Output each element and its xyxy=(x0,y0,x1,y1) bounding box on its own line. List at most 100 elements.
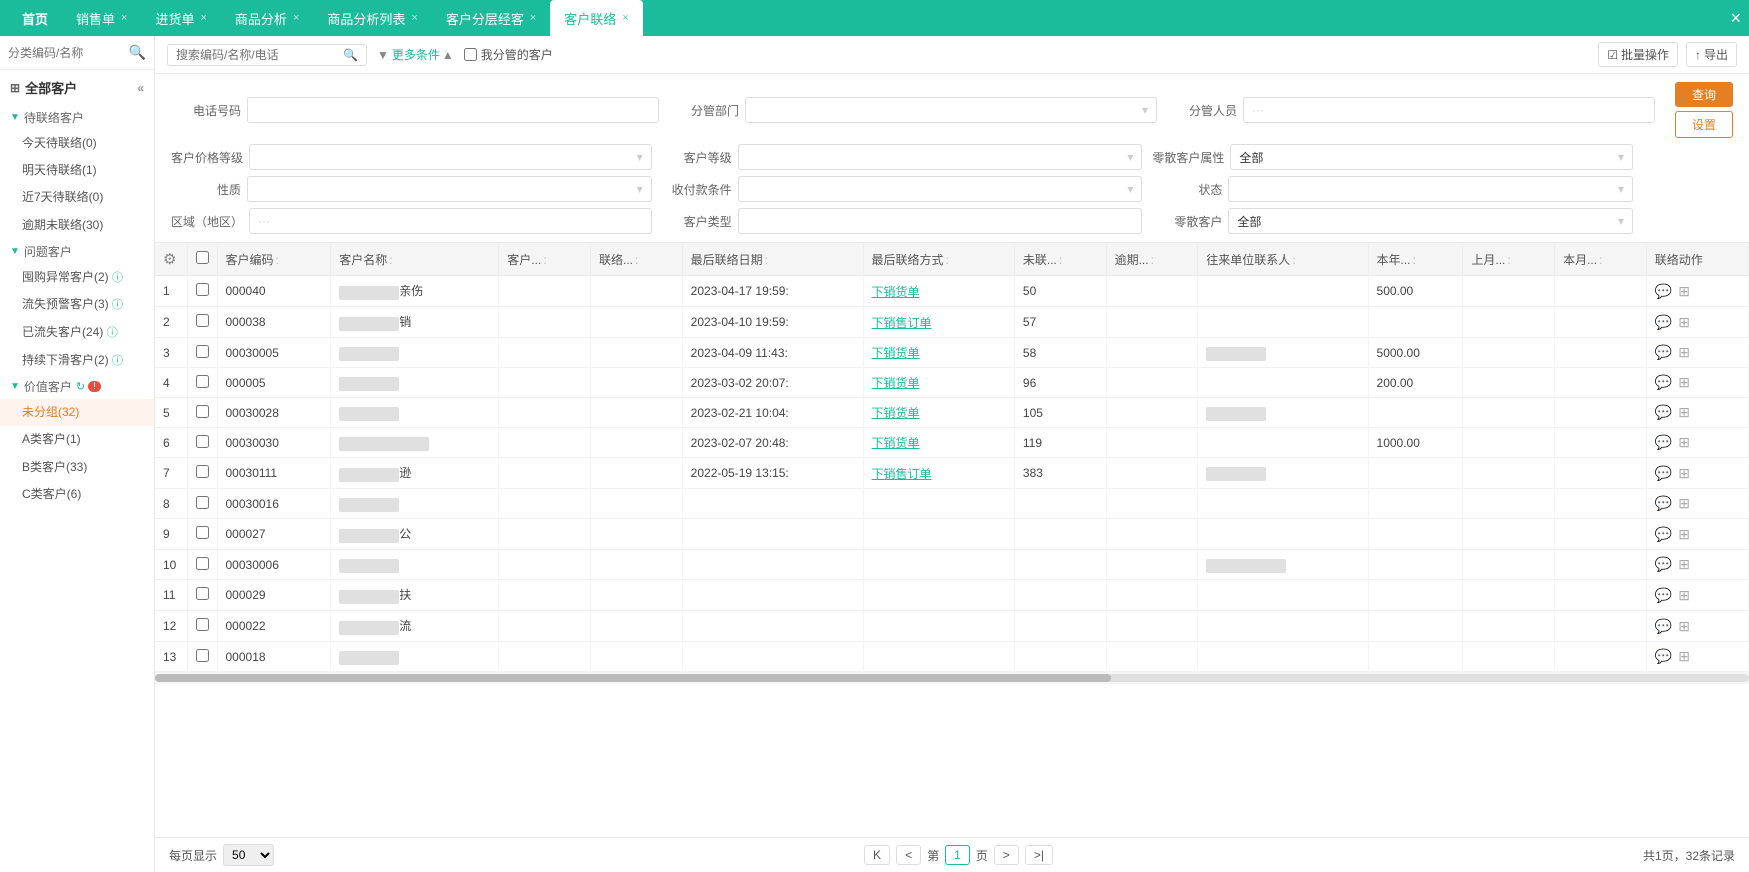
tab-sales[interactable]: 销售单 × xyxy=(62,0,141,36)
query-button[interactable]: 查询 xyxy=(1675,82,1733,107)
first-page-button[interactable]: K xyxy=(864,845,890,865)
sidebar-search-input[interactable] xyxy=(8,46,129,60)
manager-input[interactable]: ··· xyxy=(1243,97,1655,123)
sidebar-item-7day-pending[interactable]: 近7天待联络(0) xyxy=(0,184,154,211)
grid-action-icon[interactable]: ⊞ xyxy=(1678,404,1690,421)
refresh-icon[interactable]: ↻ xyxy=(76,380,85,393)
my-customers-checkbox[interactable] xyxy=(464,48,477,61)
tab-goods-analysis-list-close[interactable]: × xyxy=(411,12,417,24)
dept-input[interactable]: ▾ xyxy=(745,97,1157,123)
sidebar-item-class-a[interactable]: A类客户(1) xyxy=(0,426,154,453)
row-select-checkbox[interactable] xyxy=(196,405,209,418)
tab-customer-segment-close[interactable]: × xyxy=(530,12,536,24)
tab-purchase-close[interactable]: × xyxy=(200,12,206,24)
tab-goods-analysis[interactable]: 商品分析 × xyxy=(221,0,313,36)
sidebar-item-churn-warning[interactable]: 流失预警客户(3) ⓘ xyxy=(0,291,154,319)
comment-action-icon[interactable]: 💬 xyxy=(1655,648,1672,665)
row-select-checkbox[interactable] xyxy=(196,649,209,662)
row-select-checkbox[interactable] xyxy=(196,314,209,327)
last-page-button[interactable]: >| xyxy=(1025,845,1053,865)
last-contact-way-link[interactable]: 下销售订单 xyxy=(872,467,932,481)
comment-action-icon[interactable]: 💬 xyxy=(1655,587,1672,604)
tab-customer-contact[interactable]: 客户联络 × xyxy=(550,0,642,36)
comment-action-icon[interactable]: 💬 xyxy=(1655,465,1672,482)
group-problem-customers[interactable]: ▼ 问题客户 xyxy=(0,239,154,264)
sidebar-item-churned[interactable]: 已流失客户(24) ⓘ xyxy=(0,319,154,347)
tab-goods-analysis-list[interactable]: 商品分析列表 × xyxy=(313,0,431,36)
retail-input[interactable]: 全部▾ xyxy=(1228,208,1633,234)
grid-action-icon[interactable]: ⊞ xyxy=(1678,314,1690,331)
filter-search-input[interactable] xyxy=(176,48,343,62)
last-contact-way-link[interactable]: 下销货单 xyxy=(872,376,920,390)
sidebar-item-class-b[interactable]: B类客户(33) xyxy=(0,454,154,481)
comment-action-icon[interactable]: 💬 xyxy=(1655,404,1672,421)
sidebar-item-overdue-contact[interactable]: 逾期未联络(30) xyxy=(0,212,154,239)
batch-ops-button[interactable]: ☑ 批量操作 xyxy=(1598,42,1678,67)
row-select-checkbox[interactable] xyxy=(196,375,209,388)
current-page-button[interactable]: 1 xyxy=(945,845,970,865)
tab-home[interactable]: 首页 xyxy=(8,0,62,36)
group-value-customers[interactable]: ▼ 价值客户 ↻ ! xyxy=(0,374,154,399)
row-select-checkbox[interactable] xyxy=(196,345,209,358)
comment-action-icon[interactable]: 💬 xyxy=(1655,283,1672,300)
grid-action-icon[interactable]: ⊞ xyxy=(1678,465,1690,482)
last-contact-way-link[interactable]: 下销货单 xyxy=(872,436,920,450)
sidebar-item-class-c[interactable]: C类客户(6) xyxy=(0,481,154,508)
sidebar-item-tomorrow-pending[interactable]: 明天待联络(1) xyxy=(0,157,154,184)
more-conditions-button[interactable]: ▼ 更多条件 ▲ xyxy=(377,46,454,63)
price-level-input[interactable]: ▾ xyxy=(249,144,652,170)
grid-action-icon[interactable]: ⊞ xyxy=(1678,434,1690,451)
comment-action-icon[interactable]: 💬 xyxy=(1655,344,1672,361)
group-pending-contact[interactable]: ▼ 待联络客户 xyxy=(0,105,154,130)
prev-page-button[interactable]: < xyxy=(896,845,921,865)
reset-button[interactable]: 设置 xyxy=(1675,111,1733,138)
filter-search-box[interactable]: 🔍 xyxy=(167,44,367,66)
filter-search-icon[interactable]: 🔍 xyxy=(343,48,358,62)
last-contact-way-link[interactable]: 下销货单 xyxy=(872,346,920,360)
comment-action-icon[interactable]: 💬 xyxy=(1655,495,1672,512)
nature-input[interactable]: ▾ xyxy=(247,176,652,202)
last-contact-way-link[interactable]: 下销货单 xyxy=(872,406,920,420)
tab-goods-analysis-close[interactable]: × xyxy=(293,12,299,24)
row-select-checkbox[interactable] xyxy=(196,283,209,296)
collapse-icon[interactable]: « xyxy=(137,81,144,95)
row-select-checkbox[interactable] xyxy=(196,618,209,631)
row-select-checkbox[interactable] xyxy=(196,587,209,600)
comment-action-icon[interactable]: 💬 xyxy=(1655,374,1672,391)
comment-action-icon[interactable]: 💬 xyxy=(1655,526,1672,543)
row-select-checkbox[interactable] xyxy=(196,496,209,509)
comment-action-icon[interactable]: 💬 xyxy=(1655,618,1672,635)
tab-customer-segment[interactable]: 客户分层经客 × xyxy=(432,0,550,36)
grid-action-icon[interactable]: ⊞ xyxy=(1678,526,1690,543)
settings-icon[interactable]: ⚙ xyxy=(163,251,176,268)
per-page-select[interactable]: 50 20 100 xyxy=(223,844,274,866)
my-customers-checkbox-label[interactable]: 我分管的客户 xyxy=(464,46,553,63)
status-input[interactable]: ▾ xyxy=(1228,176,1633,202)
comment-action-icon[interactable]: 💬 xyxy=(1655,556,1672,573)
phone-input[interactable] xyxy=(247,97,659,123)
grid-action-icon[interactable]: ⊞ xyxy=(1678,618,1690,635)
retail-attr-input[interactable]: 全部▾ xyxy=(1230,144,1633,170)
region-input[interactable]: ··· xyxy=(249,208,652,234)
grid-action-icon[interactable]: ⊞ xyxy=(1678,495,1690,512)
all-customers-header[interactable]: ⊞ 全部客户 « xyxy=(0,70,154,105)
tab-purchase[interactable]: 进货单 × xyxy=(141,0,220,36)
comment-action-icon[interactable]: 💬 xyxy=(1655,314,1672,331)
grid-action-icon[interactable]: ⊞ xyxy=(1678,344,1690,361)
customer-level-input[interactable]: ▾ xyxy=(738,144,1143,170)
tab-sales-close[interactable]: × xyxy=(121,12,127,24)
sidebar-item-hoarding-anomaly[interactable]: 囤购异常客户(2) ⓘ xyxy=(0,264,154,292)
export-button[interactable]: ↑ 导出 xyxy=(1686,42,1737,67)
row-select-checkbox[interactable] xyxy=(196,526,209,539)
last-contact-way-link[interactable]: 下销货单 xyxy=(872,285,920,299)
customer-type-input[interactable] xyxy=(738,208,1143,234)
select-all-checkbox[interactable] xyxy=(196,251,209,264)
sidebar-search-icon[interactable]: 🔍 xyxy=(129,44,146,61)
sidebar-item-unassigned[interactable]: 未分组(32) xyxy=(0,399,154,426)
row-select-checkbox[interactable] xyxy=(196,557,209,570)
row-select-checkbox[interactable] xyxy=(196,465,209,478)
grid-action-icon[interactable]: ⊞ xyxy=(1678,556,1690,573)
sidebar-item-declining[interactable]: 持续下滑客户(2) ⓘ xyxy=(0,347,154,375)
grid-action-icon[interactable]: ⊞ xyxy=(1678,587,1690,604)
next-page-button[interactable]: > xyxy=(994,845,1019,865)
